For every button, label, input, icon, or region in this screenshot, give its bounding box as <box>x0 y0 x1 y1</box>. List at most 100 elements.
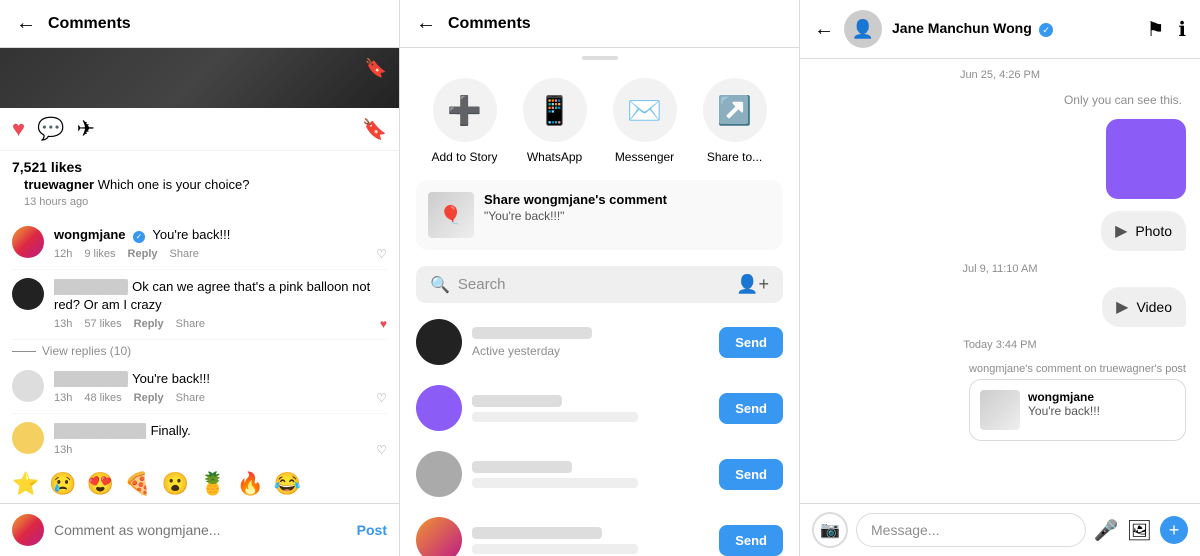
user-status <box>472 478 638 488</box>
divider <box>12 351 36 352</box>
share-button[interactable]: Share <box>176 392 205 404</box>
add-person-icon[interactable]: 👤+ <box>736 274 769 295</box>
camera-button[interactable]: 📷 <box>812 512 848 548</box>
comment-input[interactable] <box>54 522 347 538</box>
info-icon[interactable]: ℹ <box>1178 17 1186 42</box>
user-info <box>472 395 709 422</box>
comment-heart-icon[interactable]: ♡ <box>376 247 387 261</box>
add-button[interactable]: + <box>1160 516 1188 544</box>
shared-comment-card[interactable]: wongmjane You're back!!! <box>969 379 1186 441</box>
caption-text: Which one is your choice? <box>98 177 250 192</box>
share-more-icon: ↗️ <box>703 78 767 142</box>
avatar[interactable] <box>12 370 44 402</box>
share-button[interactable]: Share <box>170 248 199 260</box>
comment-username[interactable]: ██████████ <box>54 423 146 438</box>
share-comment-title: Share wongmjane's comment <box>484 192 771 207</box>
comment-heart-icon[interactable]: ♡ <box>376 443 387 457</box>
user-name <box>472 527 602 539</box>
view-replies-button[interactable]: View replies (10) <box>12 340 387 362</box>
avatar <box>416 385 462 431</box>
comment-meta: 13h 48 likes Reply Share ♡ <box>54 391 387 405</box>
avatar[interactable] <box>12 278 44 310</box>
share-button[interactable]: Share <box>176 318 205 330</box>
share-comment-image: 🎈 <box>428 192 474 238</box>
add-to-story-icon: ➕ <box>433 78 497 142</box>
list-item: Send <box>400 507 799 556</box>
emoji-surprised[interactable]: 😮 <box>162 471 189 497</box>
reply-button[interactable]: Reply <box>134 392 164 404</box>
avatar[interactable] <box>12 226 44 258</box>
user-info <box>472 461 709 488</box>
share-to-story-button[interactable]: ➕ Add to Story <box>430 78 500 164</box>
send-button[interactable]: Send <box>719 327 783 358</box>
user-name <box>472 395 562 407</box>
comment-username[interactable]: ████████ <box>54 371 128 386</box>
bookmark-icon[interactable]: 🔖 <box>365 58 387 79</box>
search-input[interactable] <box>458 276 728 293</box>
comment-heart-icon[interactable]: ♥ <box>380 317 387 331</box>
share-to-whatsapp-button[interactable]: 📱 WhatsApp <box>520 78 590 164</box>
photo-message-bubble[interactable]: ▶ Photo <box>1101 211 1186 251</box>
video-message-bubble[interactable]: ▶ Video <box>1102 287 1186 327</box>
left-back-button[interactable]: ← <box>16 12 36 35</box>
message-input[interactable] <box>856 513 1086 547</box>
verified-icon: ✓ <box>1039 23 1053 37</box>
comment-likes: 9 likes <box>84 248 115 260</box>
comment-time: 13h <box>54 444 72 456</box>
flag-icon[interactable]: ⚑ <box>1146 17 1164 42</box>
send-button[interactable]: Send <box>719 393 783 424</box>
mic-button[interactable]: 🎤 <box>1094 518 1119 543</box>
share-icon[interactable]: ✈ <box>76 116 94 142</box>
comment-username[interactable]: wongmjane <box>54 227 126 242</box>
chat-avatar[interactable]: 👤 <box>844 10 882 48</box>
comment-body: ██████████ Finally. 13h ♡ <box>54 422 387 457</box>
handle-bar <box>582 56 618 60</box>
emoji-fire[interactable]: 🔥 <box>236 471 263 497</box>
comment-heart-icon[interactable]: ♡ <box>376 391 387 405</box>
image-picker-button[interactable]: 🖼 <box>1127 518 1152 543</box>
share-more-button[interactable]: ↗️ Share to... <box>700 78 770 164</box>
comment-time: 13h <box>54 318 72 330</box>
chat-back-button[interactable]: ← <box>814 18 834 41</box>
avatar <box>416 517 462 556</box>
post-button[interactable]: Post <box>357 522 387 538</box>
post-thumbnail[interactable] <box>1106 119 1186 199</box>
comment-username[interactable]: ████████ <box>54 279 128 294</box>
post-caption: truewagner Which one is your choice? <box>12 175 387 194</box>
caption-username[interactable]: truewagner <box>24 177 94 192</box>
search-bar[interactable]: 🔍 👤+ <box>416 266 783 303</box>
comment-icon[interactable]: 💬 <box>37 116 64 142</box>
share-comment-subtitle: "You're back!!!" <box>484 209 771 223</box>
comment-meta: 13h 57 likes Reply Share ♥ <box>54 317 387 331</box>
play-icon: ▶ <box>1115 221 1127 241</box>
shared-comment-message: wongmjane's comment on truewagner's post… <box>969 363 1186 441</box>
emoji-heart-eyes[interactable]: 😍 <box>87 471 114 497</box>
chat-username: Jane Manchun Wong <box>892 20 1032 36</box>
comment-text: You're back!!! <box>152 227 230 242</box>
message-input-row: 📷 🎤 🖼 + <box>800 503 1200 556</box>
shared-comment-image <box>980 390 1020 430</box>
chat-messages: Jun 25, 4:26 PM Only you can see this. ▶… <box>800 59 1200 503</box>
chat-header: ← 👤 Jane Manchun Wong ✓ ⚑ ℹ <box>800 0 1200 59</box>
search-icon: 🔍 <box>430 275 450 295</box>
emoji-star[interactable]: ⭐ <box>12 471 39 497</box>
likes-section: 7,521 likes truewagner Which one is your… <box>0 151 399 218</box>
left-panel: ← Comments 🔖 ♥ 💬 ✈ 🔖 7,521 likes truewag… <box>0 0 400 556</box>
emoji-laugh[interactable]: 😂 <box>274 471 301 497</box>
chat-user-info: Jane Manchun Wong ✓ <box>892 20 1053 38</box>
middle-back-button[interactable]: ← <box>416 12 436 35</box>
reply-button[interactable]: Reply <box>134 318 164 330</box>
comment-body: ████████ Ok can we agree that's a pink b… <box>54 278 387 331</box>
share-to-messenger-button[interactable]: ✉️ Messenger <box>610 78 680 164</box>
dm-chat-panel: ← 👤 Jane Manchun Wong ✓ ⚑ ℹ Jun 25, 4:26… <box>800 0 1200 556</box>
bookmark-action-icon[interactable]: 🔖 <box>362 117 387 142</box>
reply-button[interactable]: Reply <box>128 248 158 260</box>
emoji-pineapple[interactable]: 🍍 <box>199 471 226 497</box>
send-button[interactable]: Send <box>719 525 783 556</box>
heart-icon[interactable]: ♥ <box>12 116 25 142</box>
send-button[interactable]: Send <box>719 459 783 490</box>
emoji-sad[interactable]: 😢 <box>49 471 76 497</box>
emoji-pizza[interactable]: 🍕 <box>124 471 151 497</box>
play-icon: ▶ <box>1116 297 1128 317</box>
avatar[interactable] <box>12 422 44 454</box>
